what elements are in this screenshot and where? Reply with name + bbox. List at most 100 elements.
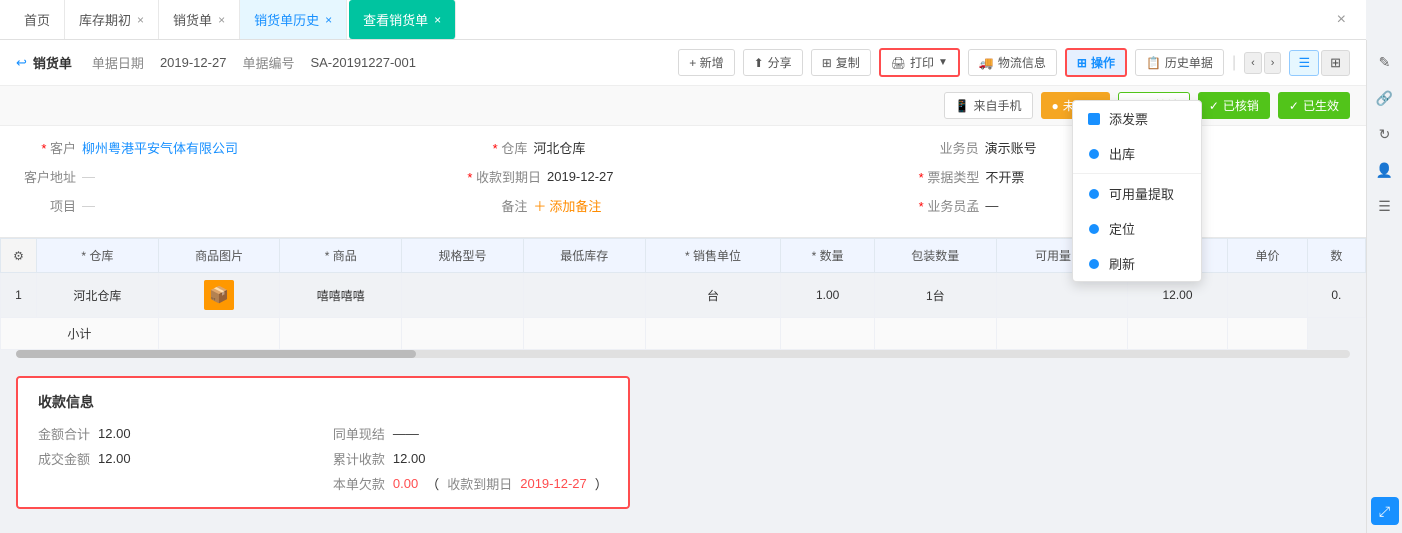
- th-warehouse[interactable]: * 仓库: [37, 239, 159, 273]
- row-pack-qty: 1台: [874, 273, 996, 318]
- th-settings[interactable]: ⚙: [1, 239, 37, 273]
- tab-inventory-init-close[interactable]: ×: [137, 13, 144, 27]
- th-quantity[interactable]: * 数量: [781, 239, 875, 273]
- project-field: 项目 —: [16, 196, 447, 215]
- payment-wrapper: 收款信息 金额合计 12.00 同单现结 —— 成交金额 12.00 累计收款 …: [0, 362, 1366, 523]
- doc-date-label: 单据日期: [92, 53, 144, 72]
- cumulative-receipt-value: 12.00: [393, 451, 426, 466]
- mobile-icon: 📱: [955, 99, 970, 113]
- new-button[interactable]: + 新增: [678, 49, 734, 76]
- share-button[interactable]: ⬆ 分享: [743, 49, 803, 76]
- effect-button[interactable]: ✓ 已生效: [1278, 92, 1350, 119]
- subtotal-empty-8: [996, 318, 1127, 350]
- salesperson-value: —: [985, 198, 998, 213]
- table-scrollbar[interactable]: [16, 350, 1350, 358]
- refresh-icon: [1087, 257, 1101, 271]
- payment-title: 收款信息: [38, 392, 608, 412]
- total-amount-value: 12.00: [98, 426, 131, 441]
- same-order-label: 同单现结: [333, 424, 385, 443]
- customer-field: 客户 柳州粤港平安气体有限公司: [16, 138, 447, 157]
- locate-icon: [1087, 222, 1101, 236]
- subtotal-empty-9: [1127, 318, 1228, 350]
- th-unit-price[interactable]: 单价: [1228, 239, 1307, 273]
- row-quantity: 1.00: [781, 273, 875, 318]
- dropdown-refresh[interactable]: 刷新: [1073, 246, 1201, 281]
- row-product[interactable]: 嘻嘻嘻嘻: [280, 273, 402, 318]
- operation-button[interactable]: ⊞ 操作: [1065, 48, 1127, 77]
- prev-button[interactable]: ‹: [1244, 52, 1262, 74]
- tab-sales-history[interactable]: 销货单历史 ×: [240, 0, 347, 39]
- doc-number-label: 单据编号: [242, 53, 294, 72]
- tab-sales-order-close[interactable]: ×: [218, 13, 225, 27]
- checked-button[interactable]: ✓ 已核销: [1198, 92, 1270, 119]
- dropdown-outbound[interactable]: 出库: [1073, 136, 1201, 171]
- sidebar-link-icon[interactable]: 🔗: [1371, 84, 1399, 112]
- th-product[interactable]: * 商品: [280, 239, 402, 273]
- row-warehouse: 河北仓库: [37, 273, 159, 318]
- grid-view-button[interactable]: ⊞: [1321, 50, 1350, 76]
- transaction-amount-row: 成交金额 12.00: [38, 449, 313, 468]
- list-view-button[interactable]: ☰: [1289, 50, 1319, 76]
- locate-label: 定位: [1109, 219, 1135, 238]
- th-pack-qty[interactable]: 包装数量: [874, 239, 996, 273]
- invoice-type-value: 不开票: [985, 167, 1024, 186]
- subtotal-empty-7: [874, 318, 996, 350]
- share-icon: ⬆: [754, 56, 764, 70]
- th-min-stock[interactable]: 最低库存: [523, 239, 645, 273]
- add-note-button[interactable]: ＋ 添加备注: [533, 196, 601, 215]
- doc-number-value: SA-20191227-001: [310, 55, 416, 70]
- from-mobile-button[interactable]: 📱 来自手机: [944, 92, 1033, 119]
- dropdown-available-qty[interactable]: 可用量提取: [1073, 176, 1201, 211]
- sidebar-edit-icon[interactable]: ✎: [1371, 48, 1399, 76]
- table-scroll-thumb[interactable]: [16, 350, 416, 358]
- cumulative-receipt-row: 累计收款 12.00: [333, 449, 608, 468]
- print-icon: 🖨: [891, 56, 906, 70]
- document-header: ↩ 销货单 单据日期 2019-12-27 单据编号 SA-20191227-0…: [0, 40, 1366, 86]
- sidebar-user-icon[interactable]: 👤: [1371, 156, 1399, 184]
- doc-title: 销货单: [33, 53, 72, 72]
- dropdown-add-invoice[interactable]: 添发票: [1073, 101, 1201, 136]
- logistics-button[interactable]: 🚚 物流信息: [968, 49, 1057, 76]
- sidebar-list-icon[interactable]: ☰: [1371, 192, 1399, 220]
- history-button[interactable]: 📋 历史单据: [1135, 49, 1224, 76]
- project-label: 项目: [16, 196, 76, 215]
- tab-view-sales-close[interactable]: ×: [434, 13, 441, 27]
- new-button-label: + 新增: [689, 54, 723, 71]
- tab-inventory-init-label: 库存期初: [79, 10, 131, 29]
- sidebar-expand-icon[interactable]: ⤢: [1371, 497, 1399, 525]
- tab-bar-close-button[interactable]: ×: [1327, 11, 1356, 29]
- project-value: —: [82, 198, 95, 213]
- share-button-label: 分享: [768, 54, 792, 71]
- same-order-value: ——: [393, 426, 419, 441]
- employee-label: 业务员: [919, 138, 979, 157]
- tab-view-sales[interactable]: 查看销货单 ×: [349, 0, 456, 39]
- subtotal-empty-1: [158, 318, 280, 350]
- available-qty-label: 可用量提取: [1109, 184, 1174, 203]
- th-sales-unit[interactable]: * 销售单位: [645, 239, 781, 273]
- next-button[interactable]: ›: [1264, 52, 1282, 74]
- sidebar-refresh-icon[interactable]: ↻: [1371, 120, 1399, 148]
- subtotal-empty-3: [402, 318, 524, 350]
- operation-button-label: 操作: [1091, 54, 1115, 71]
- invoice-type-label: 票据类型: [919, 167, 980, 186]
- tab-sales-order-label: 销货单: [173, 10, 212, 29]
- product-image: 📦: [204, 280, 234, 310]
- tab-sales-order[interactable]: 销货单 ×: [159, 0, 240, 39]
- doc-actions: + 新增 ⬆ 分享 ⊞ 复制 🖨 打印 ▼ 🚚 物流信息 ⊞ 操作: [678, 48, 1350, 77]
- th-spec[interactable]: 规格型号: [402, 239, 524, 273]
- effect-icon: ✓: [1289, 99, 1299, 113]
- tab-sales-history-close[interactable]: ×: [325, 13, 332, 27]
- tab-inventory-init[interactable]: 库存期初 ×: [65, 0, 159, 39]
- tab-home[interactable]: 首页: [10, 0, 65, 39]
- warehouse-label: 仓库: [467, 138, 527, 157]
- th-amount[interactable]: 数: [1307, 239, 1365, 273]
- operation-dropdown: 添发票 出库 可用量提取 定位 刷新: [1072, 100, 1202, 282]
- due-date-label: 收款到期日: [467, 167, 541, 186]
- copy-button[interactable]: ⊞ 复制: [811, 49, 871, 76]
- customer-value[interactable]: 柳州粤港平安气体有限公司: [82, 138, 238, 157]
- copy-button-label: 复制: [836, 54, 860, 71]
- payment-grid: 金额合计 12.00 同单现结 —— 成交金额 12.00 累计收款 12.00…: [38, 424, 608, 493]
- print-button[interactable]: 🖨 打印 ▼: [879, 48, 960, 77]
- dropdown-locate[interactable]: 定位: [1073, 211, 1201, 246]
- logistics-icon: 🚚: [979, 56, 994, 70]
